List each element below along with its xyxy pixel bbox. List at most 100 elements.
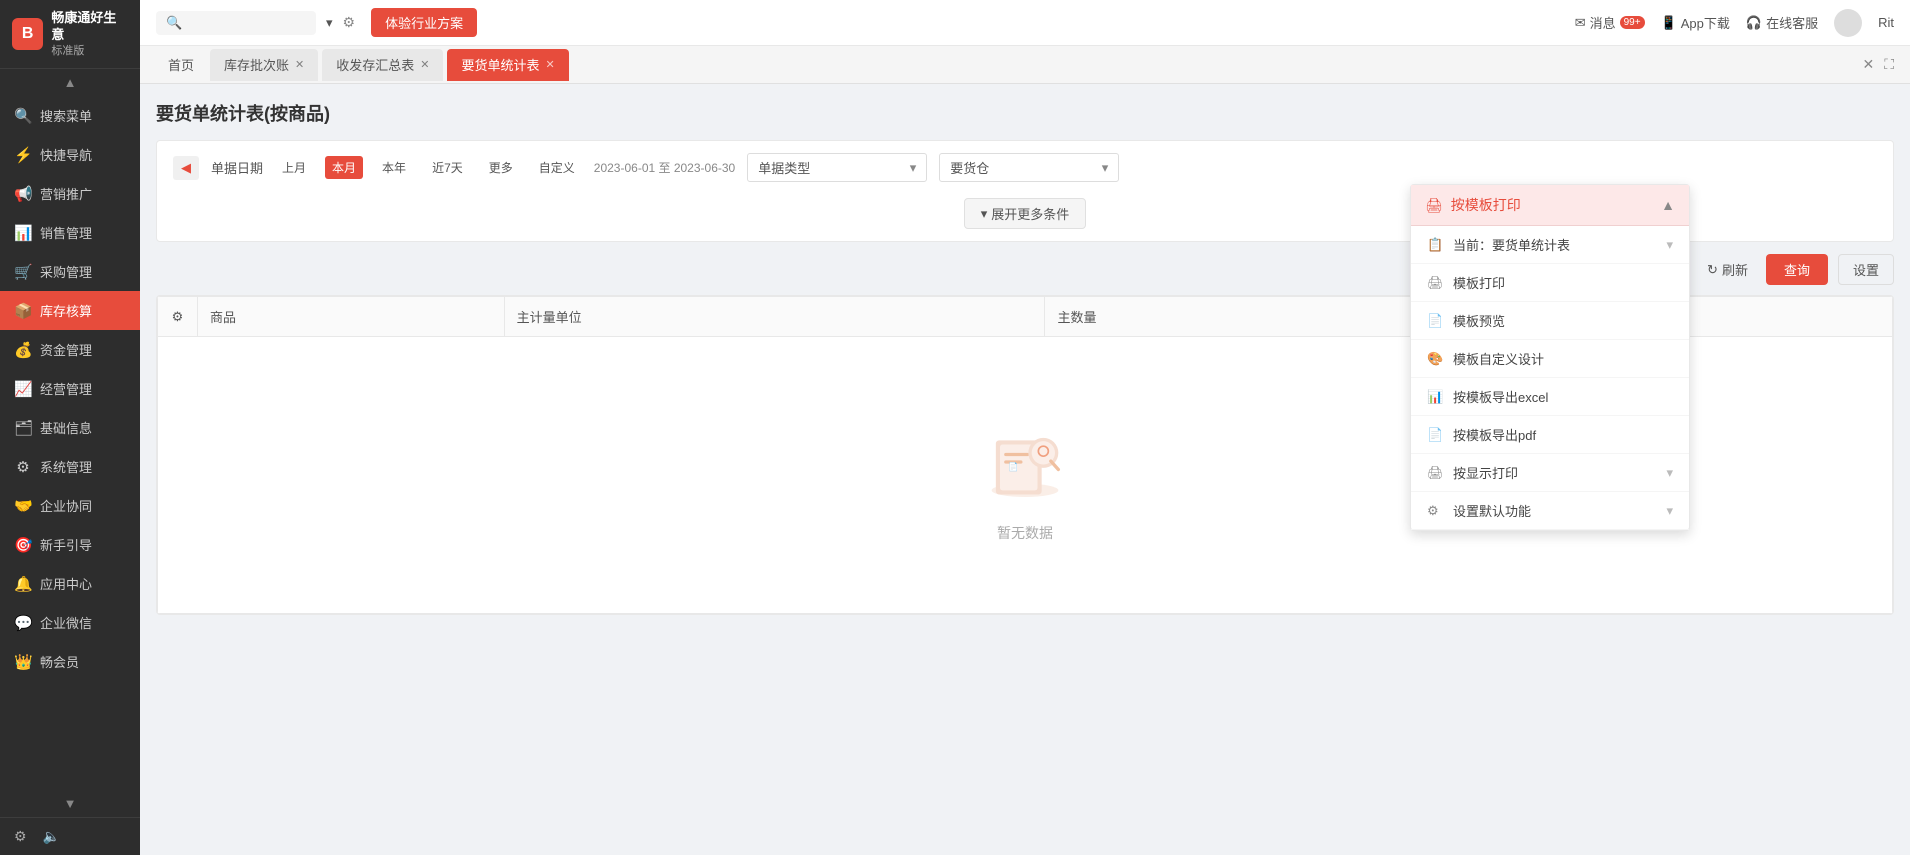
sidebar-item-operations[interactable]: 📈经营管理 [0,369,140,408]
search-input[interactable] [188,16,306,30]
sidebar-item-system[interactable]: ⚙系统管理 [0,447,140,486]
sidebar-item-inventory[interactable]: 📦 库存核算 [0,291,140,330]
message-button[interactable]: ✉ 消息 99+ [1575,13,1645,32]
display-print-arrow: ▾ [1666,465,1673,481]
sidebar-item-basics[interactable]: 🗂基础信息 [0,408,140,447]
message-icon: ✉ [1575,15,1586,31]
col-settings-header[interactable]: ⚙ [158,297,198,337]
nav-label-inventory: 库存核算 [40,301,92,320]
template-preview-item[interactable]: 📄 模板预览 [1411,302,1689,340]
sidebar-item-wechat[interactable]: 💬企业微信 [0,603,140,642]
delivery-select[interactable]: 要货仓 ▾ [939,153,1119,182]
export-pdf-item[interactable]: 📄 按模板导出pdf [1411,416,1689,454]
tab-batch-accounts[interactable]: 库存批次账 ✕ [210,49,318,81]
service-icon: 🎧 [1746,15,1762,31]
sidebar-logo: B 畅康通好生意 标准版 [0,0,140,69]
sidebar-item-guide[interactable]: 🎯新手引导 [0,525,140,564]
delivery-chevron-icon: ▾ [1102,160,1109,176]
display-print-item[interactable]: 🖨 按显示打印 ▾ [1411,454,1689,492]
nav-icon-enterprise: 🤝 [14,497,32,515]
more-date-btn[interactable]: 更多 [482,156,520,179]
custom-date-btn[interactable]: 自定义 [532,156,582,179]
sidebar-item-finance[interactable]: 💰资金管理 [0,330,140,369]
online-service-button[interactable]: 🎧 在线客服 [1746,13,1818,32]
query-button[interactable]: 查询 [1766,254,1828,285]
tab-close-collection-summary[interactable]: ✕ [420,58,429,71]
sidebar-item-quick-nav[interactable]: ⚡快捷导航 [0,135,140,174]
svg-text:📄: 📄 [1008,462,1018,472]
export-pdf-icon: 📄 [1427,427,1443,443]
close-window-btn[interactable]: ✕ [1862,56,1874,73]
current-month-btn[interactable]: 本月 [325,156,363,179]
tab-order-stats[interactable]: 要货单统计表 ✕ [447,49,568,81]
topbar-dropdown[interactable]: ▾ [326,15,333,31]
refresh-button[interactable]: ↻ 刷新 [1699,256,1756,283]
type-select[interactable]: 单据类型 ▾ [747,153,927,182]
topbar-right: ✉ 消息 99+ 📱 App下载 🎧 在线客服 Rit [1575,9,1894,37]
sidebar-scroll-up[interactable]: ▲ [60,71,81,94]
tab-home[interactable]: 首页 [156,49,206,80]
template-print-item[interactable]: 🖨 模板打印 [1411,264,1689,302]
current-template-arrow: ▾ [1666,237,1673,253]
nav-label-guide: 新手引导 [40,535,92,554]
topbar-search-box[interactable]: 🔍 [156,11,316,35]
message-badge: 99+ [1620,16,1645,29]
settings-footer-icon[interactable]: ⚙ [14,828,27,845]
topbar-gear-icon[interactable]: ⚙ [343,14,356,31]
type-chevron-icon: ▾ [910,160,917,176]
sidebar-item-marketing[interactable]: 📢营销推广 [0,174,140,213]
sidebar-item-member[interactable]: 👑畅会员 [0,642,140,681]
nav-label-system: 系统管理 [40,457,92,476]
export-excel-item[interactable]: 📊 按模板导出excel [1411,378,1689,416]
window-controls: ✕ ⛶ [1862,56,1894,73]
default-function-item[interactable]: ⚙ 设置默认功能 ▾ [1411,492,1689,530]
user-avatar[interactable] [1834,9,1862,37]
expand-icon: ▾ [981,206,988,222]
tab-close-batch-accounts[interactable]: ✕ [295,58,304,71]
dropdown-header: 🖨 按模板打印 ▲ [1411,185,1689,226]
settings-button[interactable]: 设置 [1838,254,1894,285]
print-dropdown-menu: 🖨 按模板打印 ▲ 📋 当前：要货单统计表 ▾ 🖨 模板打印 [1410,184,1690,531]
nav-label-app-center: 应用中心 [40,574,92,593]
prev-month-btn[interactable]: 上月 [275,156,313,179]
current-template-item[interactable]: 📋 当前：要货单统计表 ▾ [1411,226,1689,264]
expand-more-button[interactable]: ▾ 展开更多条件 [964,198,1087,229]
sidebar-item-enterprise[interactable]: 🤝企业协同 [0,486,140,525]
page-title: 要货单统计表(按商品) [156,100,1894,126]
page-content: 要货单统计表(按商品) ◀ 单据日期 上月 本月 本年 近7天 更多 自定义 2… [140,84,1910,855]
nav-icon-search: 🔍 [14,107,32,125]
app-logo-text: 畅康通好生意 标准版 [51,10,128,58]
audio-footer-icon[interactable]: 🔈 [43,828,60,845]
nav-label-basics: 基础信息 [40,418,92,437]
maximize-window-btn[interactable]: ⛶ [1884,56,1894,73]
filter-toggle-button[interactable]: ◀ [173,156,199,180]
print-dropdown-icon: 🖨 [1425,197,1443,214]
col-product-header: 商品 [198,297,505,337]
sidebar-nav: 🔍搜索菜单⚡快捷导航📢营销推广📊销售管理🛒采购管理 📦 库存核算 💰资金管理📈经营管理… [0,96,140,790]
sidebar-item-purchase[interactable]: 🛒采购管理 [0,252,140,291]
app-download-button[interactable]: 📱 App下载 [1661,13,1730,32]
default-func-arrow: ▾ [1666,503,1673,519]
sidebar-item-app-center[interactable]: 🔔 应用中心 [0,564,140,603]
sidebar-item-search[interactable]: 🔍搜索菜单 [0,96,140,135]
nav-label-quick-nav: 快捷导航 [40,145,92,164]
dropdown-collapse-btn[interactable]: ▲ [1661,197,1675,213]
nav-icon-marketing: 📢 [14,185,32,203]
nav-icon-inventory: 📦 [14,302,32,320]
nav-icon-app-center: 🔔 [14,575,32,593]
app-logo-icon: B [12,18,43,50]
tab-collection-summary[interactable]: 收发存汇总表 ✕ [322,49,443,81]
empty-illustration: 📄 [975,407,1075,507]
nav-label-purchase: 采购管理 [40,262,92,281]
sidebar-scroll-down[interactable]: ▼ [60,792,81,815]
trial-button[interactable]: 体验行业方案 [371,8,477,37]
refresh-icon: ↻ [1707,262,1718,278]
current-year-btn[interactable]: 本年 [375,156,413,179]
sidebar-item-sales[interactable]: 📊销售管理 [0,213,140,252]
last-7-days-btn[interactable]: 近7天 [425,156,470,179]
template-design-item[interactable]: 🎨 模板自定义设计 [1411,340,1689,378]
tab-close-order-stats[interactable]: ✕ [546,58,555,71]
user-name: Rit [1878,15,1894,30]
col-quantity-header: 主数量 [1045,297,1430,337]
nav-label-wechat: 企业微信 [40,613,92,632]
